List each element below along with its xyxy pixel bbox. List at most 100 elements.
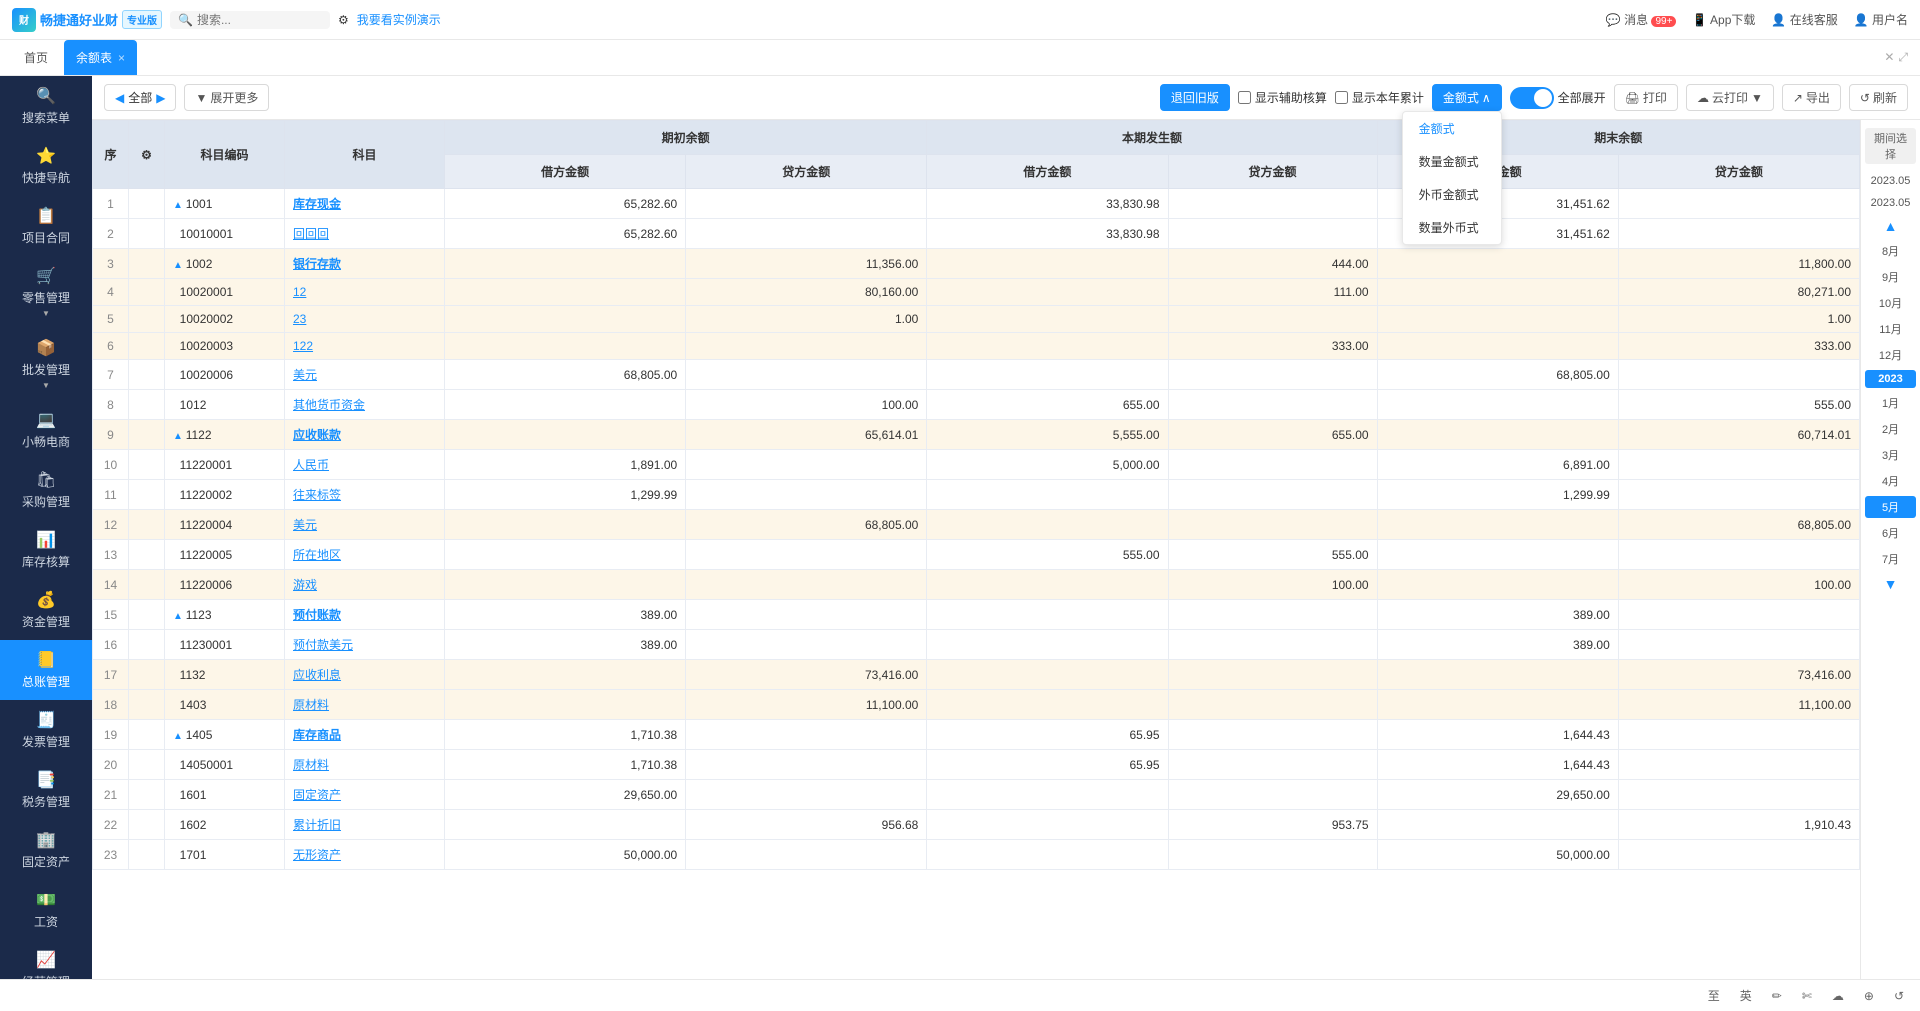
table-cell-code[interactable]: 1403 bbox=[165, 690, 285, 720]
bottom-icon-cut[interactable]: ✄ bbox=[1798, 987, 1816, 1005]
period-nav-down[interactable]: ▼ bbox=[1882, 574, 1900, 594]
table-cell-gear[interactable] bbox=[129, 306, 165, 333]
sidebar-item-wholesale[interactable]: 📦 批发管理 ▼ bbox=[0, 328, 92, 400]
table-cell-name[interactable]: 游戏 bbox=[285, 570, 445, 600]
period-3[interactable]: 3月 bbox=[1865, 444, 1916, 466]
table-cell-name[interactable]: 其他货币资金 bbox=[285, 390, 445, 420]
table-cell-name[interactable]: 122 bbox=[285, 333, 445, 360]
table-cell-name[interactable]: 应收利息 bbox=[285, 660, 445, 690]
user-btn[interactable]: 👤 用户名 bbox=[1854, 11, 1908, 28]
search-input[interactable] bbox=[197, 13, 297, 27]
sidebar-item-inventory[interactable]: 📊 库存核算 bbox=[0, 520, 92, 580]
table-cell-gear[interactable] bbox=[129, 420, 165, 450]
table-cell-code[interactable]: 10020001 bbox=[165, 279, 285, 306]
sidebar-item-retail[interactable]: 🛒 零售管理 ▼ bbox=[0, 256, 92, 328]
table-cell-code[interactable]: 1132 bbox=[165, 660, 285, 690]
sidebar-item-salary[interactable]: 💵 工资 bbox=[0, 880, 92, 940]
table-cell-gear[interactable] bbox=[129, 249, 165, 279]
table-cell-name[interactable]: 往来标签 bbox=[285, 480, 445, 510]
sidebar-item-ledger[interactable]: 📒 总账管理 bbox=[0, 640, 92, 700]
sidebar-item-tax[interactable]: 📑 税务管理 bbox=[0, 760, 92, 820]
table-cell-gear[interactable] bbox=[129, 630, 165, 660]
table-cell-code[interactable]: 11230001 bbox=[165, 630, 285, 660]
table-cell-gear[interactable] bbox=[129, 540, 165, 570]
sidebar-item-ops[interactable]: 📈 经营管理 bbox=[0, 940, 92, 979]
bottom-icon-en[interactable]: 英 bbox=[1736, 985, 1756, 1006]
tab-home[interactable]: 首页 bbox=[12, 40, 60, 75]
service-btn[interactable]: 👤 在线客服 bbox=[1771, 11, 1837, 28]
table-cell-gear[interactable] bbox=[129, 810, 165, 840]
period-2[interactable]: 2月 bbox=[1865, 418, 1916, 440]
table-cell-gear[interactable] bbox=[129, 333, 165, 360]
export-btn[interactable]: ↗ 导出 bbox=[1782, 84, 1841, 111]
table-cell-gear[interactable] bbox=[129, 750, 165, 780]
format-option-qty-amount[interactable]: 数量金额式 bbox=[1403, 145, 1501, 178]
table-cell-name[interactable]: 12 bbox=[285, 279, 445, 306]
table-cell-name[interactable]: 原材料 bbox=[285, 750, 445, 780]
period-4[interactable]: 4月 bbox=[1865, 470, 1916, 492]
table-cell-code[interactable]: 14050001 bbox=[165, 750, 285, 780]
breadcrumb-back-icon[interactable]: ◀ bbox=[115, 91, 124, 105]
table-cell-code[interactable]: 1701 bbox=[165, 840, 285, 870]
table-cell-gear[interactable] bbox=[129, 480, 165, 510]
table-cell-code[interactable]: 11220005 bbox=[165, 540, 285, 570]
table-cell-name[interactable]: 美元 bbox=[285, 510, 445, 540]
table-cell-gear[interactable] bbox=[129, 690, 165, 720]
table-cell-code[interactable]: 10010001 bbox=[165, 219, 285, 249]
period-11[interactable]: 11月 bbox=[1865, 318, 1916, 340]
table-cell-code[interactable]: 11220006 bbox=[165, 570, 285, 600]
expand-more-btn[interactable]: ▼ 展开更多 bbox=[184, 84, 269, 111]
sidebar-item-contract[interactable]: 📋 项目合同 bbox=[0, 196, 92, 256]
table-cell-gear[interactable] bbox=[129, 390, 165, 420]
table-cell-code[interactable]: 1602 bbox=[165, 810, 285, 840]
toggle-switch-btn[interactable] bbox=[1510, 87, 1554, 109]
table-cell-name[interactable]: 23 bbox=[285, 306, 445, 333]
table-cell-gear[interactable] bbox=[129, 570, 165, 600]
sidebar-item-invoice[interactable]: 🧾 发票管理 bbox=[0, 700, 92, 760]
print-btn[interactable]: 🖨 打印 bbox=[1614, 84, 1678, 111]
download-btn[interactable]: 📱 App下载 bbox=[1692, 11, 1755, 28]
breadcrumb-forward-icon[interactable]: ▶ bbox=[156, 91, 165, 105]
expand-all-toggle[interactable]: 全部展开 bbox=[1510, 87, 1606, 109]
period-8[interactable]: 8月 bbox=[1865, 240, 1916, 262]
table-cell-gear[interactable] bbox=[129, 279, 165, 306]
format-option-amount[interactable]: 金额式 bbox=[1403, 112, 1501, 145]
sidebar-item-purchase[interactable]: 🛍 采购管理 bbox=[0, 460, 92, 520]
table-cell-gear[interactable] bbox=[129, 660, 165, 690]
period-year-end[interactable]: 2023.05 bbox=[1865, 194, 1916, 212]
table-cell-code[interactable]: 11220004 bbox=[165, 510, 285, 540]
period-7[interactable]: 7月 bbox=[1865, 548, 1916, 570]
table-cell-code[interactable]: ▲ 1122 bbox=[165, 420, 285, 450]
period-6[interactable]: 6月 bbox=[1865, 522, 1916, 544]
table-cell-gear[interactable] bbox=[129, 450, 165, 480]
tab-close-icon[interactable]: × bbox=[118, 51, 125, 65]
table-cell-gear[interactable] bbox=[129, 360, 165, 390]
table-cell-gear[interactable] bbox=[129, 189, 165, 219]
table-cell-name[interactable]: 美元 bbox=[285, 360, 445, 390]
ytd-checkbox-input[interactable] bbox=[1335, 91, 1348, 104]
table-cell-code[interactable]: 10020006 bbox=[165, 360, 285, 390]
table-cell-code[interactable]: ▲ 1123 bbox=[165, 600, 285, 630]
table-cell-gear[interactable] bbox=[129, 600, 165, 630]
window-max-btn[interactable]: ⤢ bbox=[1898, 50, 1908, 65]
table-cell-name[interactable]: 库存商品 bbox=[285, 720, 445, 750]
table-cell-name[interactable]: 所在地区 bbox=[285, 540, 445, 570]
bottom-icon-refresh[interactable]: ↺ bbox=[1890, 987, 1908, 1005]
table-cell-gear[interactable] bbox=[129, 219, 165, 249]
table-cell-name[interactable]: 回回回 bbox=[285, 219, 445, 249]
period-5[interactable]: 5月 bbox=[1865, 496, 1916, 518]
table-cell-name[interactable]: 无形资产 bbox=[285, 840, 445, 870]
bottom-icon-edit[interactable]: ✏ bbox=[1768, 987, 1786, 1005]
table-cell-gear[interactable] bbox=[129, 510, 165, 540]
sidebar-item-search[interactable]: 🔍 搜索菜单 bbox=[0, 76, 92, 136]
format-dropdown[interactable]: 金额式 ∧ 金额式 数量金额式 外币金额式 数量外币式 bbox=[1432, 84, 1502, 111]
bottom-icon-add[interactable]: ⊕ bbox=[1860, 987, 1878, 1005]
bottom-icon-at[interactable]: 至 bbox=[1704, 985, 1724, 1006]
period-12[interactable]: 12月 bbox=[1865, 344, 1916, 366]
window-close-btn[interactable]: ✕ bbox=[1884, 50, 1894, 65]
show-ytd-checkbox[interactable]: 显示本年累计 bbox=[1335, 89, 1424, 106]
table-cell-gear[interactable] bbox=[129, 780, 165, 810]
auxiliary-checkbox-input[interactable] bbox=[1238, 91, 1251, 104]
col-header-gear[interactable]: ⚙ bbox=[129, 121, 165, 189]
table-cell-code[interactable]: ▲ 1002 bbox=[165, 249, 285, 279]
